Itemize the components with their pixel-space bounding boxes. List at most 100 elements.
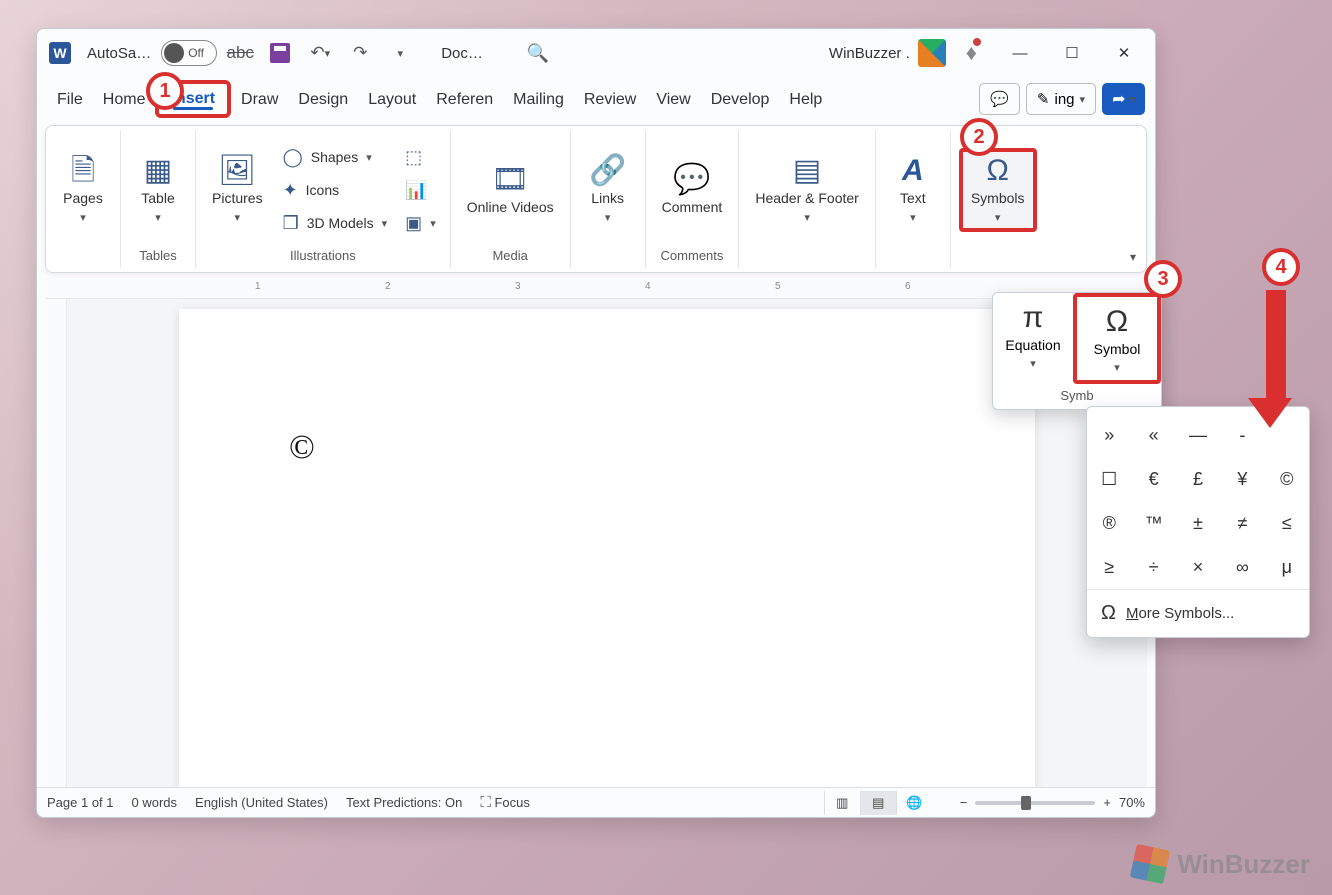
icons-button[interactable]: ✦Icons [277,176,346,205]
titlebar: W AutoSa… Off abc ↶▾ ↷ ▾ Doc… 🔍 WinBuzze… [37,29,1155,77]
symbol-euro[interactable]: € [1131,457,1175,501]
minimize-button[interactable]: — [997,36,1043,70]
tab-design[interactable]: Design [288,81,358,117]
header-footer-button[interactable]: ▤ Header & Footer ▾ [747,152,867,227]
autosave-label: AutoSa… [87,45,151,62]
comment-button[interactable]: 💬 Comment [654,161,731,219]
symbol-notequal[interactable]: ≠ [1220,501,1264,545]
pi-icon: π [1023,303,1044,333]
focus-mode-button[interactable]: ⛶ Focus [480,794,530,811]
tab-file[interactable]: File [47,81,93,117]
zoom-in-button[interactable]: + [1103,795,1111,810]
tab-help[interactable]: Help [779,81,832,117]
autosave-state: Off [188,46,204,60]
symbols-button[interactable]: Ω Symbols ▾ [959,148,1037,231]
symbol-lte[interactable]: ≤ [1265,501,1309,545]
page-scroll[interactable]: © [67,299,1147,787]
premium-icon[interactable]: ♦ [966,40,977,66]
symbol-copyright[interactable]: © [1265,457,1309,501]
omega-icon: Ω [1106,307,1128,337]
symbol-plusminus[interactable]: ± [1176,501,1220,545]
smartart-icon: ⬚ [405,147,422,168]
horizontal-ruler[interactable]: 1 2 3 4 5 6 [45,277,1147,299]
table-button[interactable]: ▦ Table ▾ [129,152,187,227]
tab-review[interactable]: Review [574,81,646,117]
zoom-slider[interactable] [975,801,1095,805]
symbol-pound[interactable]: £ [1176,457,1220,501]
print-layout-button[interactable]: ▤ [860,791,896,815]
group-label-media: Media [492,248,527,266]
ribbon-tabs: File Home Insert Draw Design Layout Refe… [37,77,1155,121]
status-words[interactable]: 0 words [132,795,178,810]
tab-developer[interactable]: Develop [701,81,780,117]
status-page[interactable]: Page 1 of 1 [47,795,114,810]
smartart-button[interactable]: ⬚ [399,143,428,172]
symbol-yen[interactable]: ¥ [1220,457,1264,501]
undo-icon[interactable]: ↶▾ [303,36,337,70]
symbol-times[interactable]: × [1176,545,1220,589]
symbol-raquo[interactable]: » [1087,413,1131,457]
more-symbols-button[interactable]: Ω MMore Symbols...ore Symbols... [1087,589,1309,637]
qat-more-icon[interactable]: ▾ [383,36,417,70]
read-mode-button[interactable]: ▥ [824,791,860,815]
document-content[interactable]: © [289,429,925,467]
symbol-button[interactable]: Ω Symbol ▾ [1073,293,1161,384]
symbol-trademark[interactable]: ™ [1131,501,1175,545]
shapes-button[interactable]: ◯Shapes▾ [277,143,378,172]
pages-button[interactable]: 🗎 Pages ▾ [54,152,112,227]
status-language[interactable]: English (United States) [195,795,328,810]
annotation-3: 3 [1144,260,1182,298]
chart-icon: 📊 [405,180,427,201]
links-button[interactable]: 🔗 Links ▾ [579,152,637,227]
group-label-illustrations: Illustrations [290,248,356,266]
group-links: 🔗 Links ▾ [571,130,646,268]
video-icon: 🎞 [491,165,529,195]
tab-layout[interactable]: Layout [358,81,426,117]
online-videos-button[interactable]: 🎞 Online Videos [459,161,562,219]
zoom-level[interactable]: 70% [1119,795,1145,810]
cube-icon: ❒ [283,213,299,234]
autosave-toggle[interactable]: Off [161,40,217,66]
vertical-ruler[interactable] [45,299,67,787]
document-page[interactable]: © [179,309,1035,787]
strikethrough-icon[interactable]: abc [223,36,257,70]
symbol-box[interactable]: ☐ [1087,457,1131,501]
group-label-tables: Tables [139,248,177,266]
equation-button[interactable]: π Equation ▾ [993,293,1073,384]
zoom-out-button[interactable]: − [960,795,968,810]
close-button[interactable]: ✕ [1101,36,1147,70]
comments-pane-button[interactable]: 💬 [979,83,1020,115]
chart-button[interactable]: 📊 [399,176,433,205]
web-layout-button[interactable]: 🌐 [896,791,932,815]
tab-mailings[interactable]: Mailing [503,81,574,117]
pictures-button[interactable]: 🖼 Pictures ▾ [204,152,271,227]
share-button[interactable]: ➦ ▾ [1102,83,1145,115]
save-icon[interactable] [263,36,297,70]
tab-view[interactable]: View [646,81,700,117]
maximize-button[interactable]: ☐ [1049,36,1095,70]
symbol-gallery: » « — - ☐ € £ ¥ © ® ™ ± ≠ ≤ ≥ ÷ × ∞ μ Ω … [1086,406,1310,638]
document-area: © [45,299,1147,787]
annotation-1: 1 [146,72,184,110]
text-button[interactable]: A Text ▾ [884,152,942,227]
tab-references[interactable]: Referen [426,81,503,117]
status-predictions[interactable]: Text Predictions: On [346,795,462,810]
symbol-mu[interactable]: μ [1265,545,1309,589]
symbol-emdash[interactable]: — [1176,413,1220,457]
comment-icon: 💬 [673,165,710,195]
ribbon-collapse-icon[interactable]: ▾ [1130,250,1136,264]
screenshot-button[interactable]: ▣▾ [399,209,442,238]
editing-mode-button[interactable]: ✎ ing ▾ [1026,83,1096,115]
account-name[interactable]: WinBuzzer . [829,39,946,67]
symbol-laquo[interactable]: « [1131,413,1175,457]
tab-draw[interactable]: Draw [231,81,288,117]
table-icon: ▦ [144,156,172,186]
search-icon[interactable]: 🔍 [527,43,549,64]
symbol-divide[interactable]: ÷ [1131,545,1175,589]
3d-models-button[interactable]: ❒3D Models▾ [277,209,394,238]
symbols-group-popout: π Equation ▾ Ω Symbol ▾ Symb [992,292,1162,410]
symbol-gte[interactable]: ≥ [1087,545,1131,589]
symbol-infinity[interactable]: ∞ [1220,545,1264,589]
redo-icon[interactable]: ↷ [343,36,377,70]
symbol-registered[interactable]: ® [1087,501,1131,545]
